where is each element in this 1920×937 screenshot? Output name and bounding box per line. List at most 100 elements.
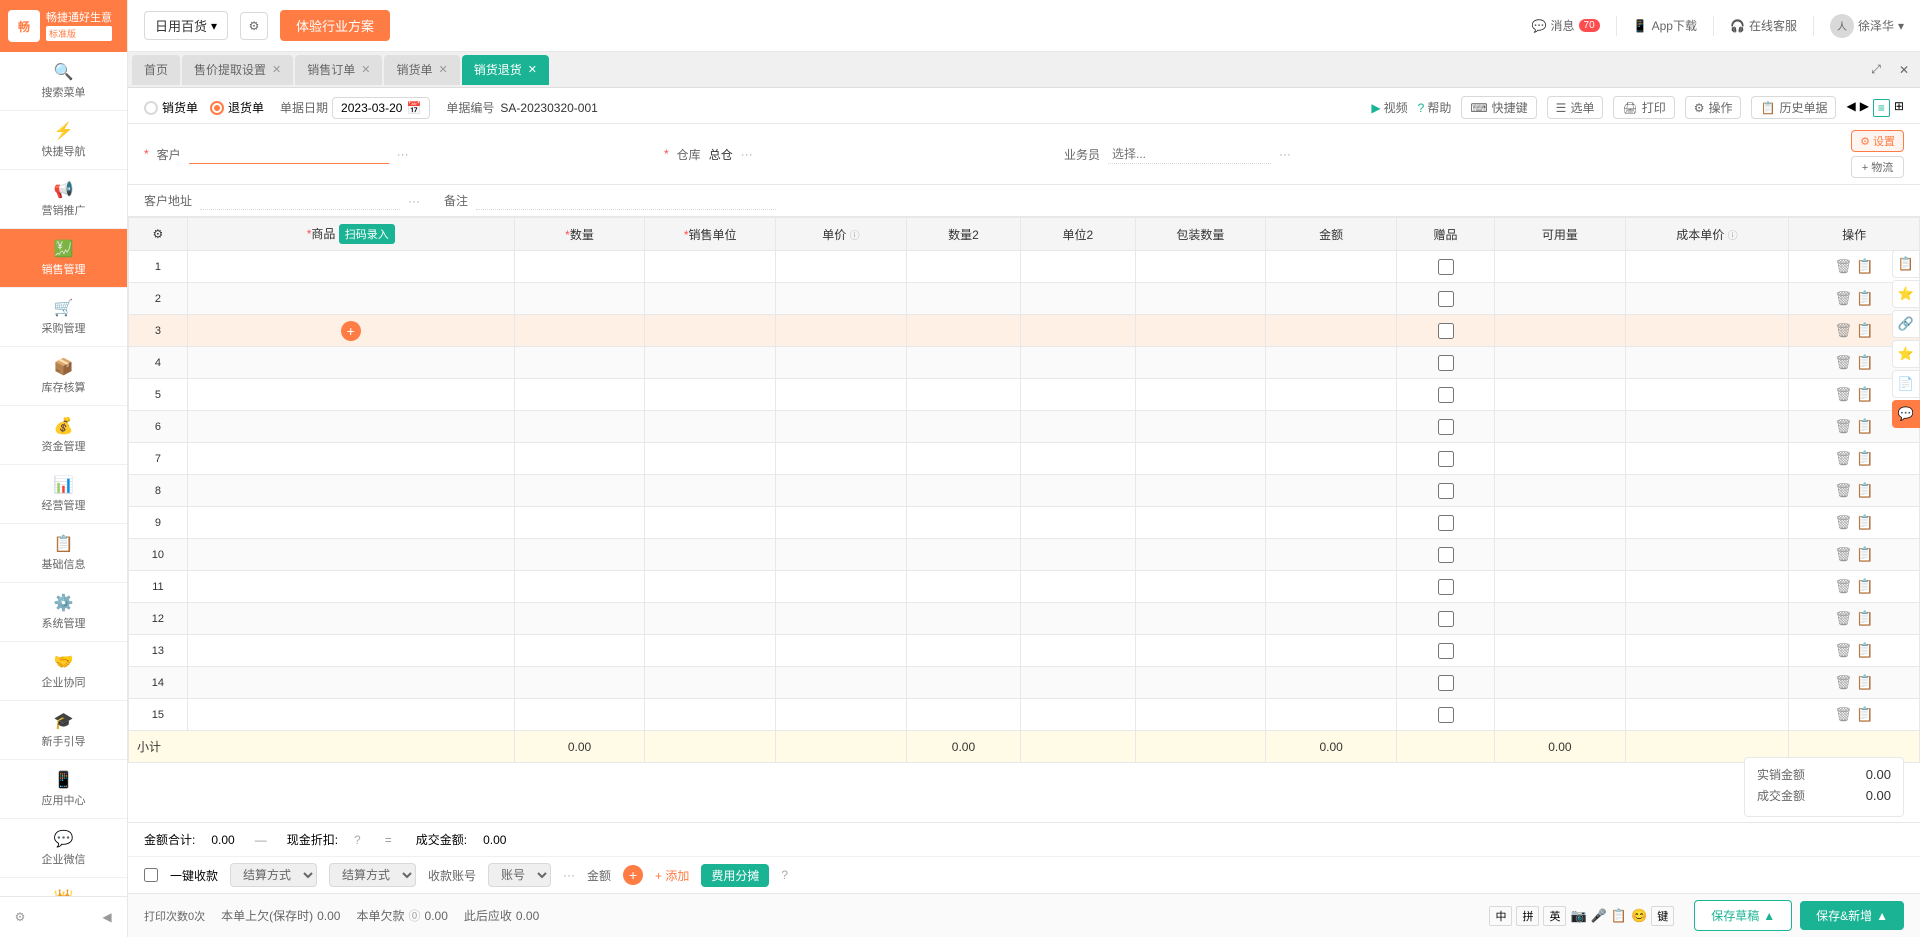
sidebar-item-member[interactable]: 👑畅会员 [0, 878, 127, 896]
available-cell[interactable] [1495, 571, 1626, 603]
fee-help-icon[interactable]: ? [781, 868, 788, 882]
delete-row-icon[interactable]: 🗑 [1834, 290, 1852, 307]
product-cell[interactable] [187, 379, 514, 411]
sidebar-item-shortcut[interactable]: ⚡快捷导航 [0, 111, 127, 170]
sidebar-item-guide[interactable]: 🎓新手引导 [0, 701, 127, 760]
sidebar-item-inventory[interactable]: 📦库存核算 [0, 347, 127, 406]
gift-checkbox[interactable] [1438, 643, 1454, 659]
qty-cell[interactable] [514, 507, 645, 539]
sidebar-item-purchase[interactable]: 🛒采购管理 [0, 288, 127, 347]
quick-btn-1[interactable]: 📋 [1892, 250, 1920, 278]
available-cell[interactable] [1495, 475, 1626, 507]
pack-qty-cell[interactable] [1135, 603, 1266, 635]
available-cell[interactable] [1495, 539, 1626, 571]
select-doc-btn[interactable]: ☰ 选单 [1547, 96, 1604, 119]
cost-price-cell[interactable] [1625, 507, 1788, 539]
price-cell[interactable] [776, 603, 907, 635]
unit2-cell[interactable] [1021, 251, 1135, 283]
price-cell[interactable] [776, 443, 907, 475]
qty2-cell[interactable] [906, 571, 1020, 603]
gift-checkbox[interactable] [1438, 291, 1454, 307]
operations-btn[interactable]: ⚙ 操作 [1685, 96, 1742, 119]
cost-price-cell[interactable] [1625, 603, 1788, 635]
qty-cell[interactable] [514, 475, 645, 507]
price-cell[interactable] [776, 347, 907, 379]
available-cell[interactable] [1495, 411, 1626, 443]
qty-cell[interactable] [514, 699, 645, 731]
unit-cell[interactable] [645, 411, 776, 443]
cost-price-cell[interactable] [1625, 539, 1788, 571]
price-cell[interactable] [776, 475, 907, 507]
cost-price-cell[interactable] [1625, 635, 1788, 667]
copy-row-icon[interactable]: 📋 [1856, 450, 1873, 467]
one-click-payment-check[interactable] [144, 868, 158, 882]
pack-qty-cell[interactable] [1135, 667, 1266, 699]
unit-cell[interactable] [645, 539, 776, 571]
price-cell[interactable] [776, 315, 907, 347]
pinyin-btn[interactable]: 拼 [1516, 906, 1539, 926]
sidebar-item-marketing[interactable]: 📢营销推广 [0, 170, 127, 229]
delete-row-icon[interactable]: 🗑 [1834, 706, 1852, 723]
amount-cell[interactable] [1266, 635, 1397, 667]
product-cell[interactable] [187, 635, 514, 667]
account-dropdown[interactable]: 账号 [488, 863, 551, 887]
amount-cell[interactable] [1266, 315, 1397, 347]
copy-row-icon[interactable]: 📋 [1856, 482, 1873, 499]
add-payment-btn[interactable]: + [623, 865, 643, 885]
remarks-input[interactable] [476, 191, 776, 210]
next-icon[interactable]: ▶ [1860, 99, 1869, 117]
delete-row-icon[interactable]: 🗑 [1834, 546, 1852, 563]
available-cell[interactable] [1495, 379, 1626, 411]
qty2-cell[interactable] [906, 411, 1020, 443]
delete-row-icon[interactable]: 🗑 [1834, 642, 1852, 659]
sidebar-item-sales[interactable]: 💹销售管理 [0, 229, 127, 288]
customer-input[interactable] [189, 145, 389, 164]
qty-cell[interactable] [514, 379, 645, 411]
online-service-btn[interactable]: 🎧 在线客服 [1730, 17, 1797, 34]
delete-row-icon[interactable]: 🗑 [1834, 258, 1852, 275]
camera-btn[interactable]: 📷 [1570, 908, 1586, 924]
notifications-btn[interactable]: 💬 消息 70 [1532, 17, 1600, 34]
gift-checkbox[interactable] [1438, 259, 1454, 275]
tab-sales-return[interactable]: 销货退货✕ [462, 55, 549, 85]
copy-row-icon[interactable]: 📋 [1856, 642, 1873, 659]
zh-input-btn[interactable]: 中 [1489, 906, 1512, 926]
radio-delivery[interactable]: 销货单 [144, 99, 198, 116]
copy-row-icon[interactable]: 📋 [1856, 610, 1873, 627]
amount-cell[interactable] [1266, 251, 1397, 283]
cost-price-cell[interactable] [1625, 379, 1788, 411]
copy-row-icon[interactable]: 📋 [1856, 546, 1873, 563]
tab-close-price-settings[interactable]: ✕ [272, 63, 281, 76]
unit-cell[interactable] [645, 443, 776, 475]
radio-return[interactable]: 退货单 [210, 99, 264, 116]
qty-cell[interactable] [514, 251, 645, 283]
delete-row-icon[interactable]: 🗑 [1834, 418, 1852, 435]
qty-cell[interactable] [514, 571, 645, 603]
cost-price-cell[interactable] [1625, 315, 1788, 347]
help-icon-discount[interactable]: ? [354, 833, 361, 847]
available-cell[interactable] [1495, 251, 1626, 283]
cost-price-cell[interactable] [1625, 347, 1788, 379]
user-menu[interactable]: 人 徐泽华 ▾ [1830, 14, 1904, 38]
add-row-btn[interactable]: + [341, 321, 361, 341]
tab-sales-order[interactable]: 销售订单✕ [295, 55, 382, 85]
gift-checkbox[interactable] [1438, 611, 1454, 627]
qty-cell[interactable] [514, 667, 645, 699]
unit-cell[interactable] [645, 475, 776, 507]
product-cell[interactable] [187, 443, 514, 475]
quick-btn-5[interactable]: 📄 [1892, 370, 1920, 398]
price-cell[interactable] [776, 539, 907, 571]
sidebar-item-basic[interactable]: 📋基础信息 [0, 524, 127, 583]
shortcut-key-btn[interactable]: ⌨ 快捷键 [1461, 96, 1536, 119]
tab-close-sales-return[interactable]: ✕ [528, 63, 537, 76]
unit2-cell[interactable] [1021, 379, 1135, 411]
keyboard-toggle[interactable]: 键 [1651, 906, 1674, 926]
copy-row-icon[interactable]: 📋 [1856, 514, 1873, 531]
tab-price-settings[interactable]: 售价提取设置✕ [182, 55, 293, 85]
available-cell[interactable] [1495, 667, 1626, 699]
product-cell[interactable] [187, 251, 514, 283]
price-cell[interactable] [776, 251, 907, 283]
unit-cell[interactable] [645, 315, 776, 347]
unit-cell[interactable] [645, 251, 776, 283]
unit2-cell[interactable] [1021, 507, 1135, 539]
